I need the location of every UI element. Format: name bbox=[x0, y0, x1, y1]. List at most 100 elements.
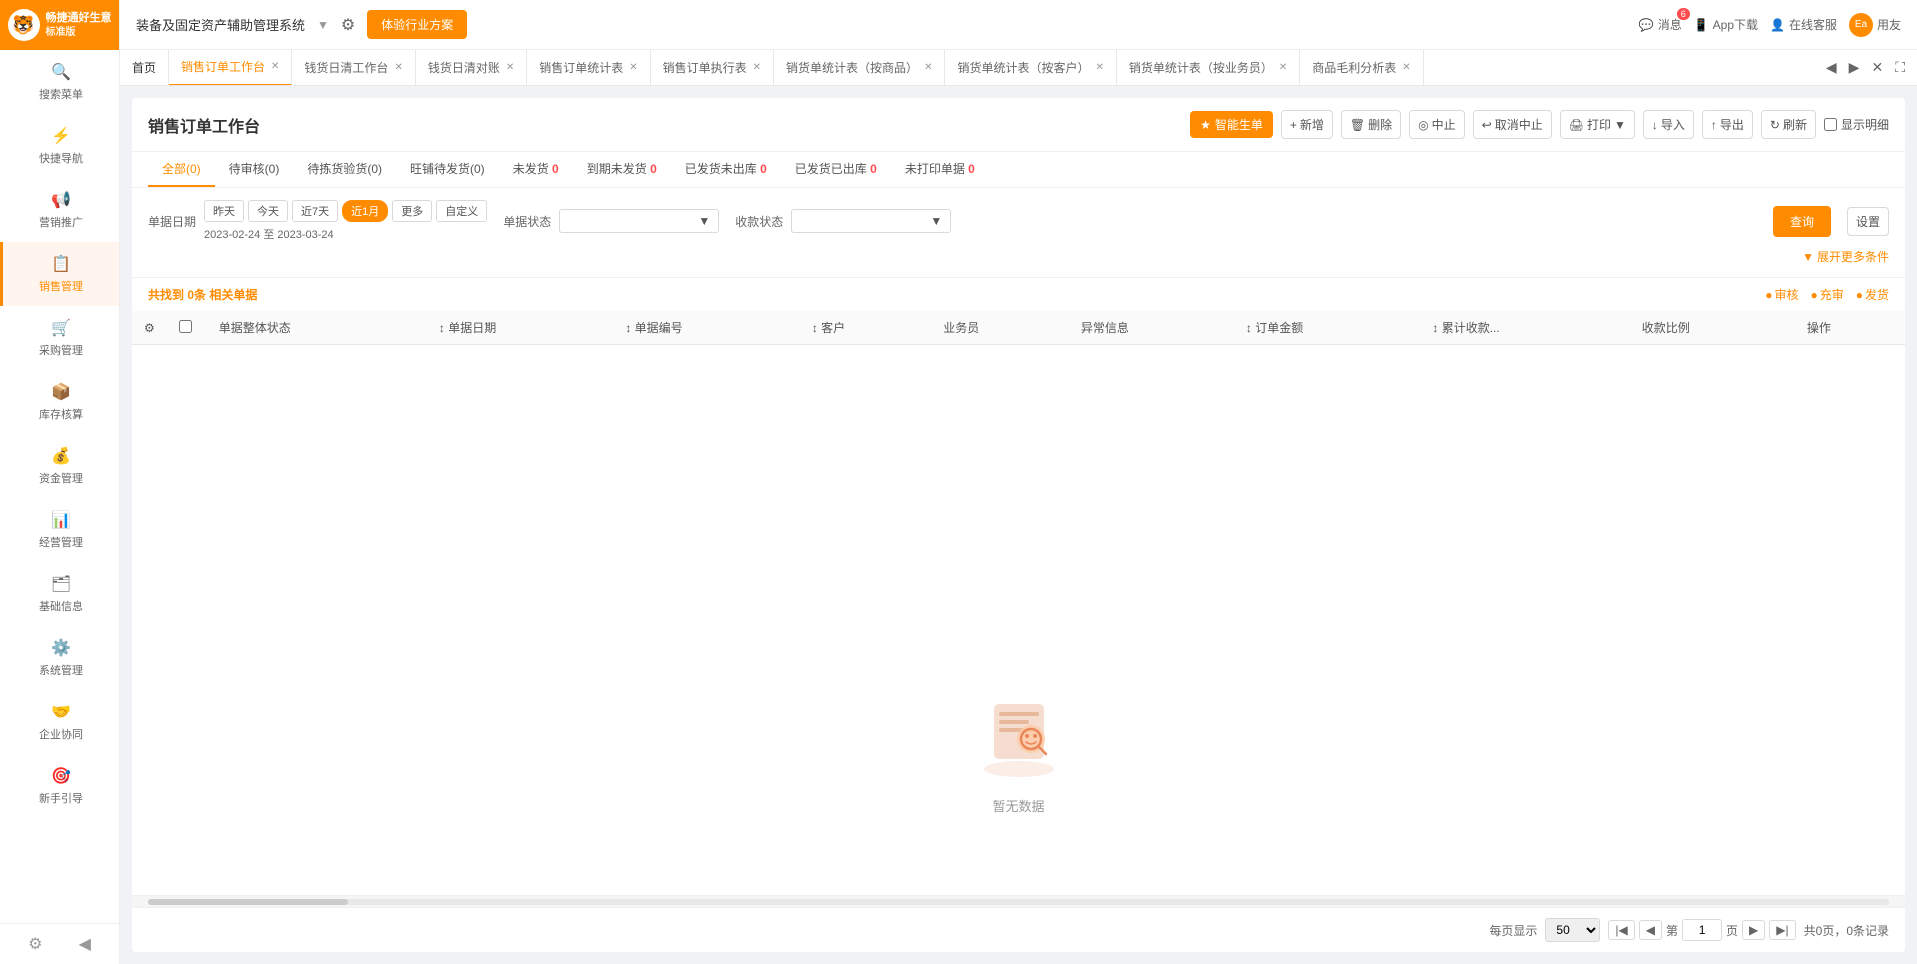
unreview-batch-btn[interactable]: ● 充审 bbox=[1810, 286, 1843, 303]
date-btn-custom[interactable]: 自定义 bbox=[436, 200, 487, 222]
query-button[interactable]: 查询 bbox=[1773, 206, 1831, 237]
tab-close-goods-customer[interactable]: ✕ bbox=[1095, 62, 1103, 73]
tab-close-cash-reconcile[interactable]: ✕ bbox=[506, 62, 514, 73]
ship-batch-btn[interactable]: ● 发货 bbox=[1856, 286, 1889, 303]
refresh-button[interactable]: ↻ 刷新 bbox=[1761, 110, 1816, 139]
tab-sales-stats[interactable]: 销售订单统计表 ✕ bbox=[527, 50, 650, 86]
sidebar-item-operations[interactable]: 📊 经营管理 bbox=[0, 498, 119, 562]
export-button[interactable]: ↑ 导出 bbox=[1702, 110, 1753, 139]
date-btn-yesterday[interactable]: 昨天 bbox=[204, 200, 244, 222]
sidebar-item-shortcut[interactable]: ⚡ 快捷导航 bbox=[0, 114, 119, 178]
date-btn-1month[interactable]: 近1月 bbox=[342, 200, 388, 222]
cancel-stop-button[interactable]: ↩ 取消中止 bbox=[1473, 110, 1552, 139]
tab-next-btn[interactable]: ▶ bbox=[1845, 57, 1864, 78]
online-service-action[interactable]: 👤 在线客服 bbox=[1770, 16, 1837, 33]
col-operations: 操作 bbox=[1795, 311, 1905, 345]
tab-close-cash-daily[interactable]: ✕ bbox=[394, 62, 402, 73]
tab-cash-reconcile[interactable]: 钱货日清对账 ✕ bbox=[416, 50, 527, 86]
tab-close-goods-product[interactable]: ✕ bbox=[924, 62, 932, 73]
tab-fullscreen-btn[interactable]: ⛶ bbox=[1891, 57, 1909, 78]
filter-tab-not-printed[interactable]: 未打印单据 0 bbox=[891, 152, 989, 187]
payment-select[interactable]: ▼ bbox=[791, 209, 951, 233]
date-btn-7days[interactable]: 近7天 bbox=[292, 200, 338, 222]
filter-tab-all[interactable]: 全部(0) bbox=[148, 152, 215, 187]
tab-margin-analysis[interactable]: 商品毛利分析表 ✕ bbox=[1300, 50, 1423, 86]
experience-button[interactable]: 体验行业方案 bbox=[367, 10, 467, 39]
status-select[interactable]: ▼ bbox=[559, 209, 719, 233]
sidebar-item-purchase[interactable]: 🛒 采购管理 bbox=[0, 306, 119, 370]
date-btn-today[interactable]: 今天 bbox=[248, 200, 288, 222]
user-action[interactable]: Ea 用友 bbox=[1849, 13, 1901, 37]
tab-home[interactable]: 首页 bbox=[120, 50, 169, 86]
col-settings[interactable]: ⚙ bbox=[132, 311, 167, 345]
tab-sales-exec[interactable]: 销售订单执行表 ✕ bbox=[651, 50, 774, 86]
refresh-icon: ↻ bbox=[1770, 118, 1780, 132]
message-action[interactable]: 💬 6 消息 bbox=[1639, 16, 1682, 33]
tab-sales-workbench[interactable]: 销售订单工作台 ✕ bbox=[169, 50, 292, 86]
system-title: 装备及固定资产辅助管理系统 bbox=[136, 15, 305, 34]
col-amount[interactable]: ↕ 订单金额 bbox=[1234, 311, 1420, 345]
smart-order-button[interactable]: ★ 智能生单 bbox=[1190, 111, 1273, 138]
tab-close-all-btn[interactable]: ✕ bbox=[1867, 57, 1887, 78]
scroll-thumb[interactable] bbox=[148, 899, 348, 905]
tab-close-goods-staff[interactable]: ✕ bbox=[1279, 62, 1287, 73]
tab-goods-stats-staff[interactable]: 销货单统计表（按业务员） ✕ bbox=[1117, 50, 1300, 86]
date-btn-more[interactable]: 更多 bbox=[392, 200, 432, 222]
topbar-dropdown-icon[interactable]: ▼ bbox=[317, 18, 329, 32]
app-download-action[interactable]: 📱 App下载 bbox=[1694, 16, 1758, 33]
settings-filter-button[interactable]: 设置 bbox=[1847, 207, 1889, 236]
last-page-btn[interactable]: ▶| bbox=[1769, 920, 1795, 940]
select-all-checkbox[interactable] bbox=[179, 320, 192, 333]
filter-tab-shipped-out[interactable]: 已发货已出库 0 bbox=[781, 152, 891, 187]
settings-icon[interactable]: ⚙ bbox=[341, 15, 355, 35]
sidebar-item-finance[interactable]: 💰 资金管理 bbox=[0, 434, 119, 498]
filter-tab-pending-review[interactable]: 待审核(0) bbox=[215, 152, 294, 187]
show-detail-checkbox[interactable] bbox=[1824, 118, 1837, 131]
sidebar-item-enterprise[interactable]: 🤝 企业协同 bbox=[0, 690, 119, 754]
show-detail-checkbox-label[interactable]: 显示明细 bbox=[1824, 116, 1889, 133]
tab-close-sales-exec[interactable]: ✕ bbox=[753, 62, 761, 73]
col-number[interactable]: ↕ 单据编号 bbox=[613, 311, 799, 345]
settings-bottom-icon[interactable]: ⚙ bbox=[28, 934, 42, 954]
filter-tab-pending-inspect[interactable]: 待拣货验货(0) bbox=[293, 152, 396, 187]
next-page-btn[interactable]: ▶ bbox=[1742, 920, 1765, 940]
import-button[interactable]: ↓ 导入 bbox=[1643, 110, 1694, 139]
basic-icon: 🗂 bbox=[51, 574, 71, 594]
tab-close-sales-workbench[interactable]: ✕ bbox=[271, 61, 279, 72]
page-size-select[interactable]: 50 20 100 200 bbox=[1545, 918, 1600, 942]
col-customer[interactable]: ↕ 客户 bbox=[800, 311, 931, 345]
work-toolbar: ★ 智能生单 + 新增 🗑 删除 ◎ 中止 bbox=[1190, 110, 1889, 139]
sidebar-item-guide[interactable]: 🎯 新手引导 bbox=[0, 754, 119, 818]
table-area: 共找到 0条 相关单据 ● 审核 ● 充审 bbox=[132, 278, 1905, 895]
col-date[interactable]: ↕ 单据日期 bbox=[427, 311, 613, 345]
tab-close-margin[interactable]: ✕ bbox=[1402, 62, 1410, 73]
review-batch-btn[interactable]: ● 审核 bbox=[1765, 286, 1798, 303]
prev-page-btn[interactable]: ◀ bbox=[1639, 920, 1662, 940]
first-page-btn[interactable]: |◀ bbox=[1608, 920, 1634, 940]
delete-button[interactable]: 🗑 删除 bbox=[1341, 110, 1401, 139]
sidebar-item-basic[interactable]: 🗂 基础信息 bbox=[0, 562, 119, 626]
sidebar-item-sales[interactable]: 📋 销售管理 bbox=[0, 242, 119, 306]
filter-tab-shipped-not-out[interactable]: 已发货未出库 0 bbox=[671, 152, 781, 187]
tab-goods-stats-customer[interactable]: 销货单统计表（按客户） ✕ bbox=[945, 50, 1116, 86]
collapse-icon[interactable]: ◀ bbox=[79, 934, 91, 954]
page-input[interactable] bbox=[1682, 919, 1722, 941]
sidebar-item-search[interactable]: 🔍 搜索菜单 bbox=[0, 50, 119, 114]
expand-more-btn[interactable]: ▼ 展开更多条件 bbox=[1802, 248, 1889, 265]
filter-tab-wangpu[interactable]: 旺铺待发货(0) bbox=[396, 152, 499, 187]
filter-tab-not-shipped[interactable]: 未发货 0 bbox=[499, 152, 573, 187]
scroll-track[interactable] bbox=[148, 899, 1889, 905]
filter-tab-overdue[interactable]: 到期未发货 0 bbox=[573, 152, 671, 187]
add-button[interactable]: + 新增 bbox=[1281, 110, 1333, 139]
col-received[interactable]: ↕ 累计收款... bbox=[1420, 311, 1629, 345]
sidebar-item-system[interactable]: ⚙️ 系统管理 bbox=[0, 626, 119, 690]
tab-close-sales-stats[interactable]: ✕ bbox=[629, 62, 637, 73]
tab-goods-stats-product[interactable]: 销货单统计表（按商品） ✕ bbox=[774, 50, 945, 86]
tab-prev-btn[interactable]: ◀ bbox=[1822, 57, 1841, 78]
stop-button[interactable]: ◎ 中止 bbox=[1409, 110, 1465, 139]
work-header: 销售订单工作台 ★ 智能生单 + 新增 🗑 删除 ◎ bbox=[132, 98, 1905, 152]
print-button[interactable]: 🖨 打印 ▼ bbox=[1560, 110, 1635, 139]
sidebar-item-inventory[interactable]: 📦 库存核算 bbox=[0, 370, 119, 434]
sidebar-item-marketing[interactable]: 📢 营销推广 bbox=[0, 178, 119, 242]
tab-cash-daily[interactable]: 钱货日清工作台 ✕ bbox=[292, 50, 415, 86]
